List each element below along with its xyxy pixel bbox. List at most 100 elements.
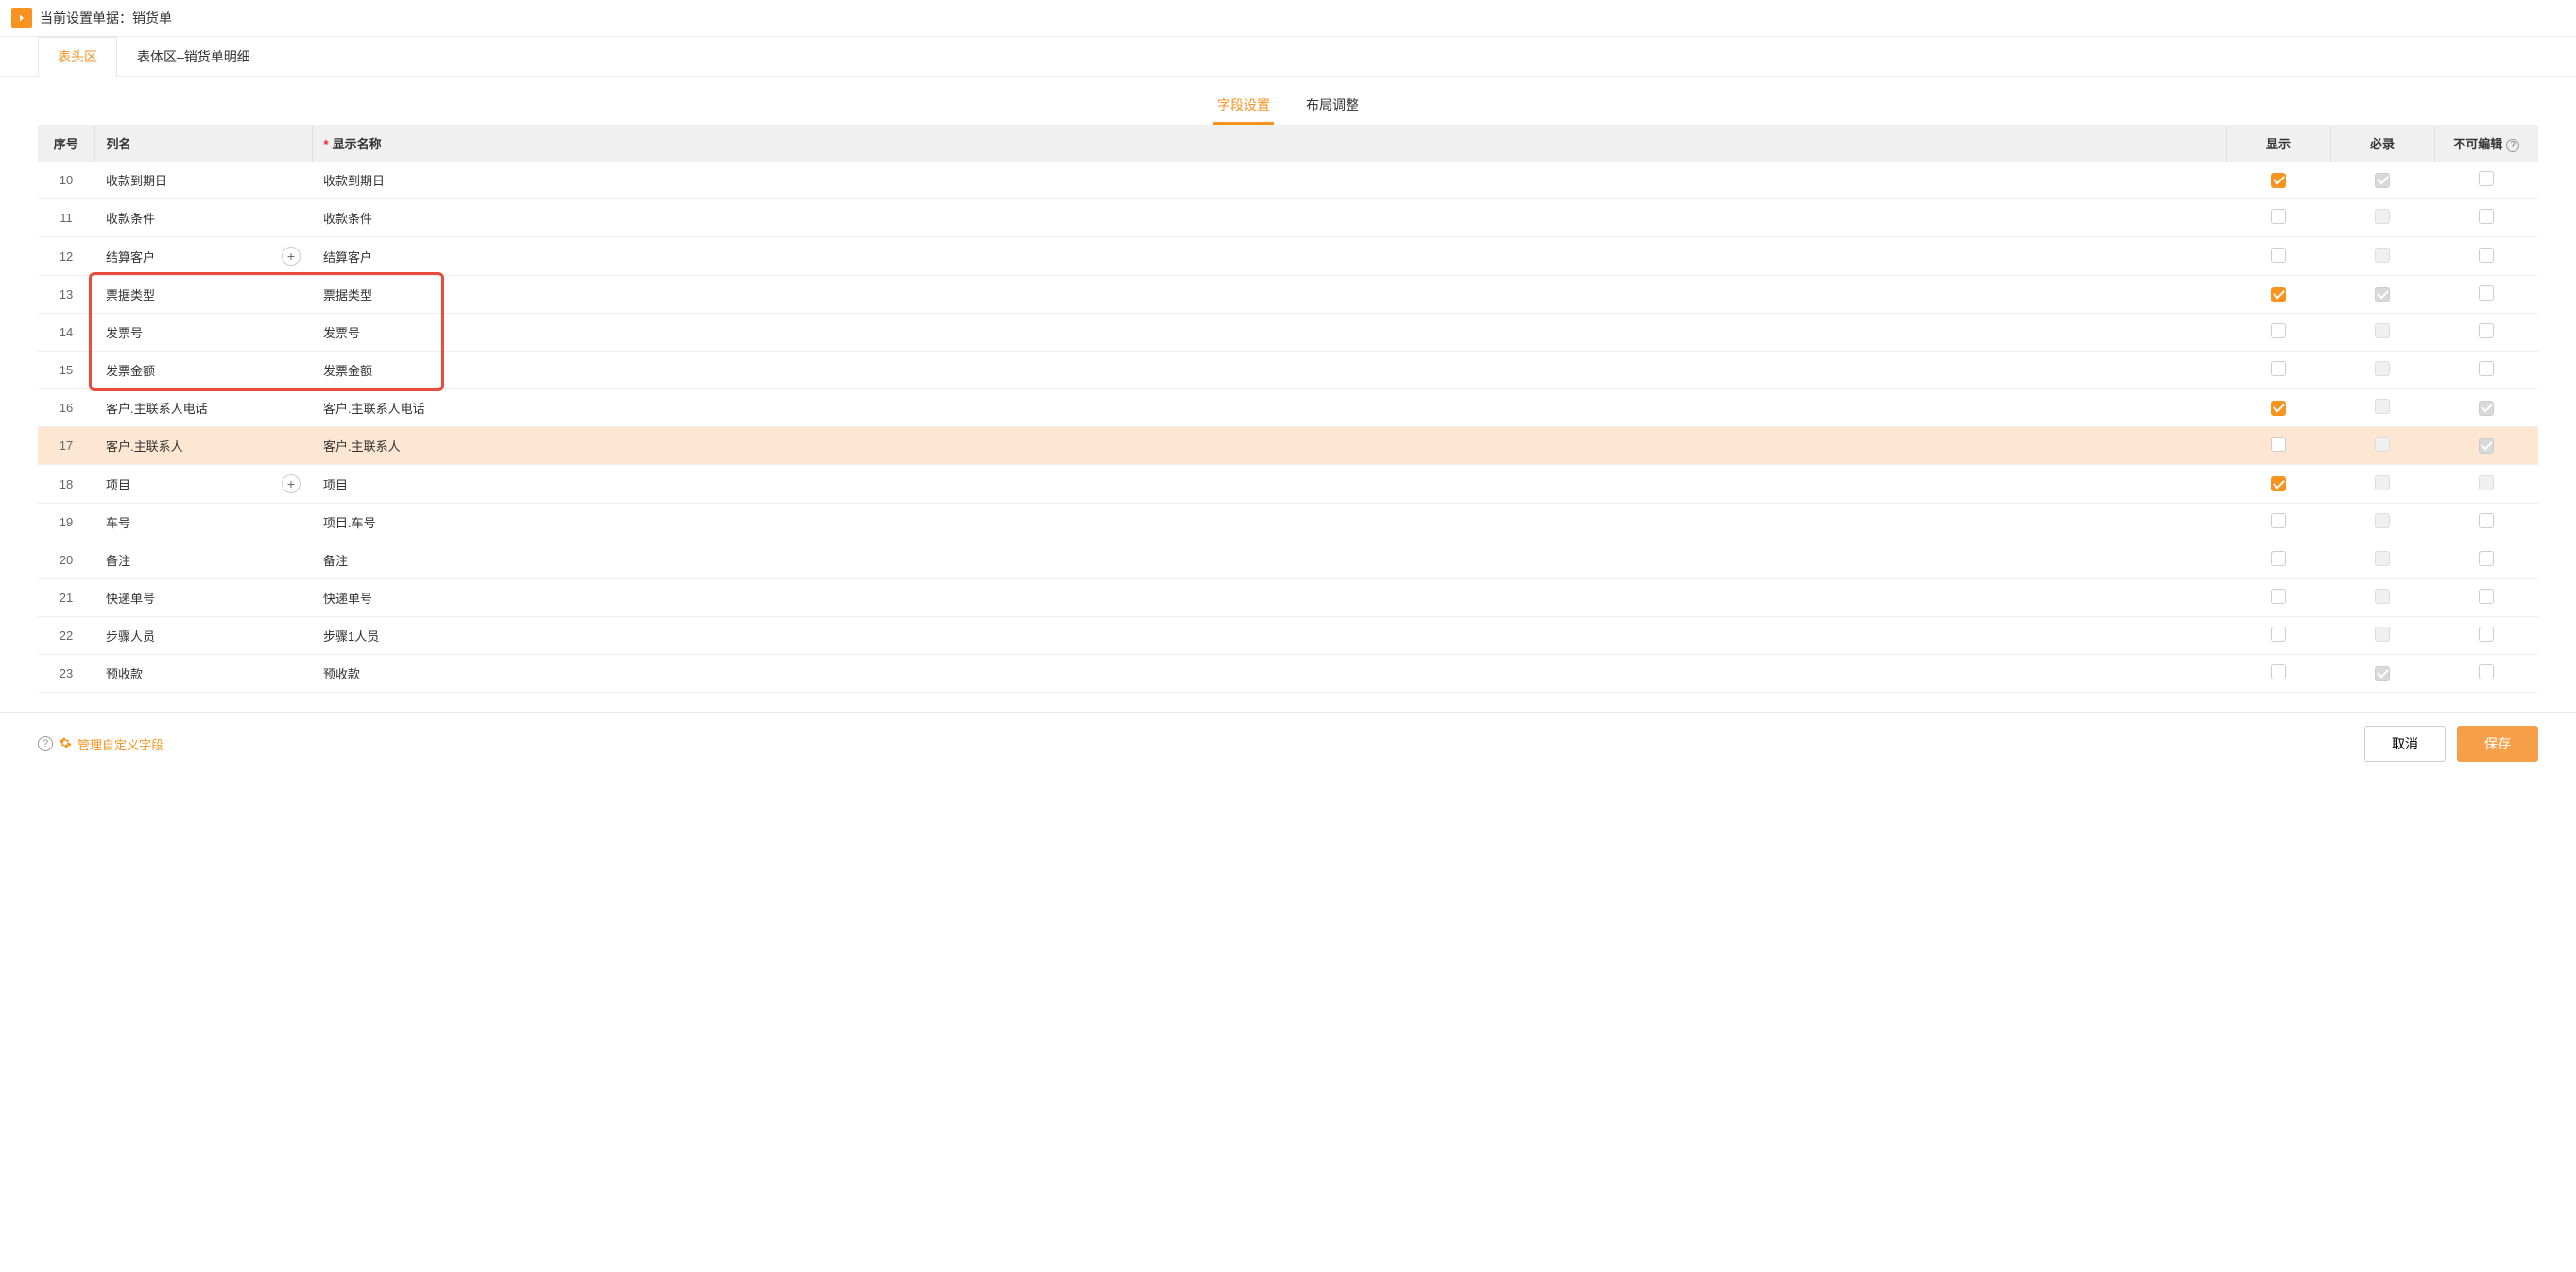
checkbox (2479, 475, 2494, 490)
row-colname: 备注 (94, 541, 312, 579)
checkbox (2375, 399, 2390, 414)
checkbox[interactable] (2271, 551, 2286, 566)
checkbox (2375, 209, 2390, 224)
checkbox (2375, 666, 2390, 681)
colname-text: 客户.主联系人电话 (106, 399, 208, 417)
table-row: 23预收款预收款 (38, 655, 2538, 693)
checkbox[interactable] (2271, 437, 2286, 452)
sub-tab-0[interactable]: 字段设置 (1213, 88, 1274, 125)
row-display[interactable]: 备注 (312, 541, 2226, 579)
main-tab-0[interactable]: 表头区 (38, 37, 117, 76)
checkbox[interactable] (2479, 248, 2494, 263)
cancel-button[interactable]: 取消 (2364, 726, 2446, 762)
row-display[interactable]: 客户.主联系人电话 (312, 389, 2226, 427)
row-ne (2434, 579, 2538, 617)
checkbox[interactable] (2271, 589, 2286, 604)
question-icon[interactable]: ? (38, 736, 53, 751)
row-seq: 10 (38, 162, 94, 199)
table-row: 10收款到期日收款到期日 (38, 162, 2538, 199)
row-ne (2434, 352, 2538, 389)
row-req (2330, 579, 2434, 617)
checkbox[interactable] (2479, 171, 2494, 186)
row-ne (2434, 427, 2538, 465)
row-show (2226, 465, 2330, 504)
title-value: 销货单 (132, 10, 172, 26)
checkbox[interactable] (2479, 551, 2494, 566)
checkbox (2375, 173, 2390, 188)
save-button[interactable]: 保存 (2457, 726, 2538, 762)
row-colname: 车号 (94, 504, 312, 541)
checkbox[interactable] (2271, 513, 2286, 528)
row-display[interactable]: 客户.主联系人 (312, 427, 2226, 465)
colname-text: 票据类型 (106, 285, 155, 303)
main-tab-1[interactable]: 表体区–销货单明细 (117, 37, 270, 76)
page-title: 当前设置单据：销货单 (40, 9, 172, 27)
row-ne (2434, 617, 2538, 655)
checkbox[interactable] (2271, 173, 2286, 188)
checkbox[interactable] (2271, 664, 2286, 679)
row-show (2226, 314, 2330, 352)
table-row: 18项目+项目 (38, 465, 2538, 504)
row-seq: 12 (38, 237, 94, 276)
checkbox[interactable] (2271, 287, 2286, 302)
help-icon[interactable]: ? (2506, 139, 2519, 152)
checkbox[interactable] (2479, 361, 2494, 376)
col-seq: 序号 (38, 125, 94, 162)
table-row: 11收款条件收款条件 (38, 199, 2538, 237)
row-ne (2434, 276, 2538, 314)
row-display[interactable]: 项目 (312, 465, 2226, 504)
checkbox (2375, 551, 2390, 566)
row-req (2330, 541, 2434, 579)
row-colname: 发票金额 (94, 352, 312, 389)
checkbox[interactable] (2271, 209, 2286, 224)
top-bar: 当前设置单据：销货单 (0, 0, 2576, 37)
checkbox[interactable] (2479, 209, 2494, 224)
expand-button[interactable] (11, 8, 32, 28)
manage-custom-fields-link[interactable]: 管理自定义字段 (77, 735, 163, 753)
colname-text: 发票号 (106, 323, 143, 341)
row-seq: 17 (38, 427, 94, 465)
row-display[interactable]: 项目.车号 (312, 504, 2226, 541)
colname-text: 快递单号 (106, 589, 155, 607)
checkbox[interactable] (2271, 476, 2286, 491)
row-seq: 23 (38, 655, 94, 693)
chevron-right-icon (16, 12, 27, 24)
row-show (2226, 276, 2330, 314)
checkbox[interactable] (2271, 323, 2286, 338)
row-display[interactable]: 发票号 (312, 314, 2226, 352)
row-display[interactable]: 预收款 (312, 655, 2226, 693)
colname-text: 备注 (106, 551, 130, 569)
row-display[interactable]: 票据类型 (312, 276, 2226, 314)
colname-text: 客户.主联系人 (106, 437, 183, 455)
checkbox[interactable] (2479, 513, 2494, 528)
row-display[interactable]: 收款到期日 (312, 162, 2226, 199)
row-colname: 项目+ (94, 465, 312, 504)
checkbox[interactable] (2479, 664, 2494, 679)
checkbox[interactable] (2271, 627, 2286, 642)
required-star: * (324, 137, 329, 151)
row-display[interactable]: 结算客户 (312, 237, 2226, 276)
row-display[interactable]: 收款条件 (312, 199, 2226, 237)
table-row: 15发票金额发票金额 (38, 352, 2538, 389)
checkbox[interactable] (2271, 401, 2286, 416)
row-display[interactable]: 快递单号 (312, 579, 2226, 617)
checkbox[interactable] (2271, 361, 2286, 376)
row-display[interactable]: 步骤1人员 (312, 617, 2226, 655)
checkbox[interactable] (2479, 627, 2494, 642)
row-req (2330, 427, 2434, 465)
row-seq: 18 (38, 465, 94, 504)
add-icon[interactable]: + (282, 247, 301, 266)
row-show (2226, 389, 2330, 427)
row-display[interactable]: 发票金额 (312, 352, 2226, 389)
col-name: 列名 (94, 125, 312, 162)
row-req (2330, 276, 2434, 314)
row-colname: 客户.主联系人 (94, 427, 312, 465)
add-icon[interactable]: + (282, 474, 301, 493)
row-req (2330, 237, 2434, 276)
checkbox[interactable] (2479, 285, 2494, 301)
checkbox[interactable] (2271, 248, 2286, 263)
checkbox (2375, 287, 2390, 302)
checkbox[interactable] (2479, 323, 2494, 338)
checkbox[interactable] (2479, 589, 2494, 604)
sub-tab-1[interactable]: 布局调整 (1302, 88, 1363, 125)
